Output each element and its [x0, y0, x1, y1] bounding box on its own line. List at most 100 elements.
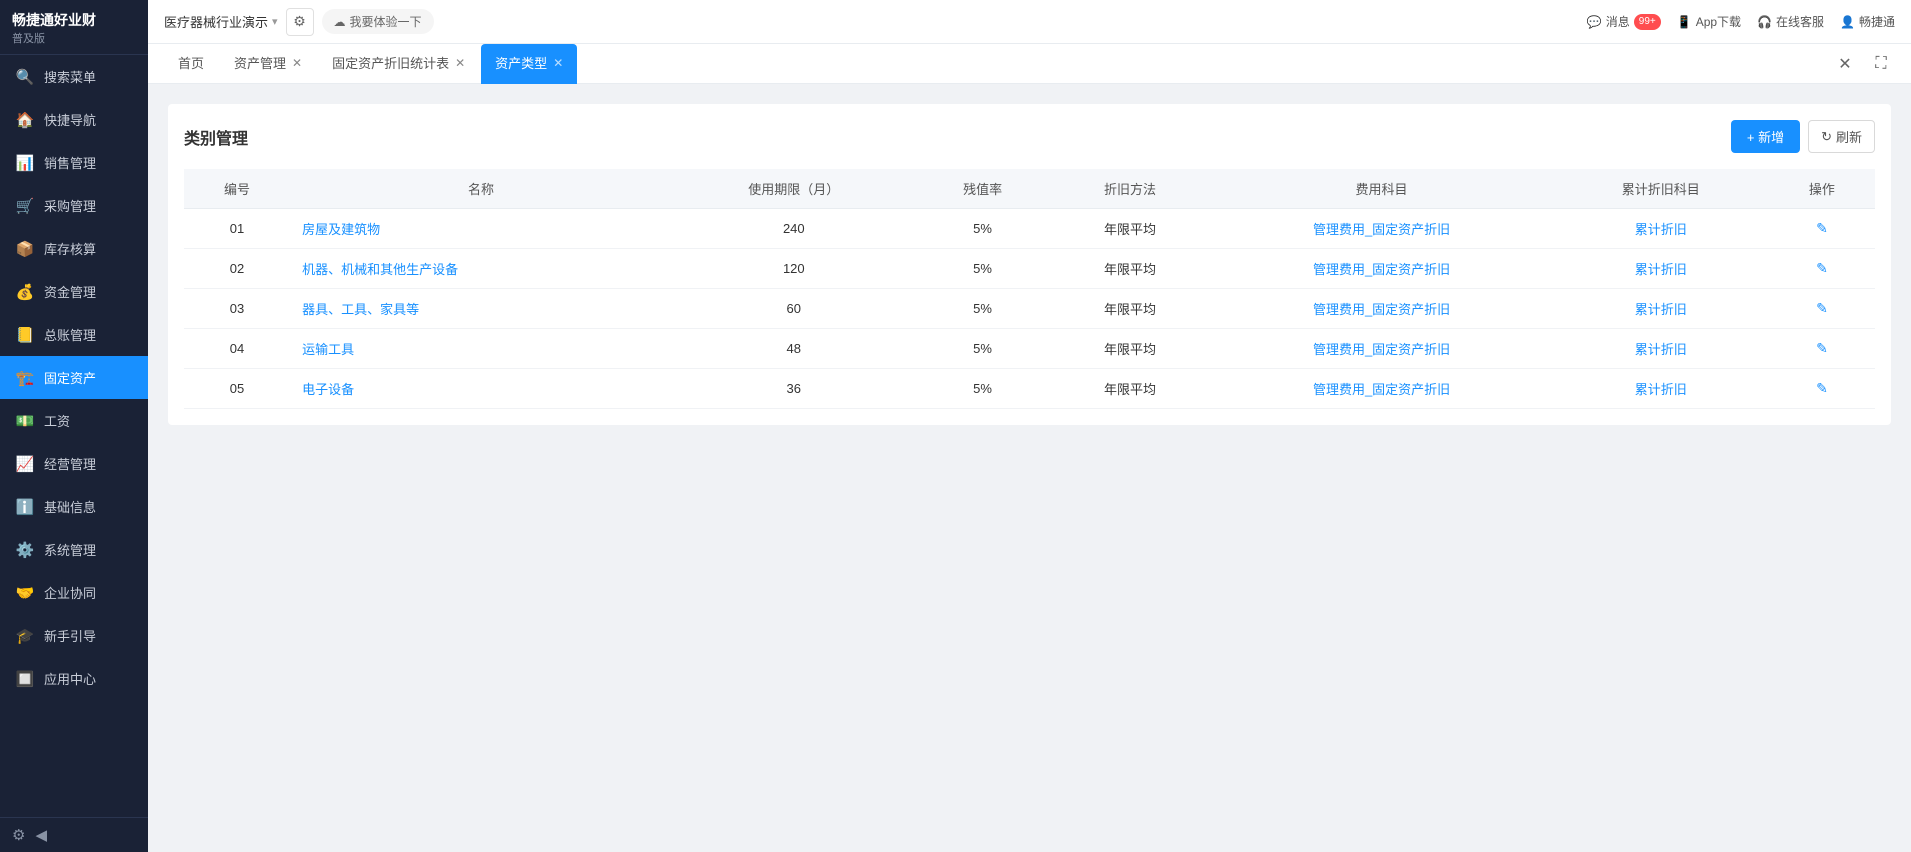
category-management-panel: 类别管理 + 新增 ↻ 刷新 编号名称使用期限（月）残值率折旧方法费用科目累计折… [168, 104, 1891, 425]
online-service-button[interactable]: 🎧 在线客服 [1757, 13, 1824, 30]
cell-accumulated: 累计折旧 [1553, 369, 1769, 409]
sidebar-item-label-app-center: 应用中心 [44, 669, 96, 688]
edit-icon[interactable]: ✎ [1816, 260, 1828, 276]
cell-residual: 5% [916, 329, 1050, 369]
settings-icon[interactable]: ⚙ [12, 826, 25, 844]
tab-home[interactable]: 首页 [164, 44, 218, 84]
tab-label-asset-type: 资产类型 [495, 53, 547, 72]
cell-method: 年限平均 [1049, 209, 1210, 249]
sidebar-item-cooperation[interactable]: 🤝 企业协同 [0, 571, 148, 614]
sidebar-item-quick-nav[interactable]: 🏠 快捷导航 [0, 98, 148, 141]
cell-name[interactable]: 运输工具 [290, 329, 672, 369]
sidebar-item-purchase[interactable]: 🛒 采购管理 [0, 184, 148, 227]
edit-icon[interactable]: ✎ [1816, 300, 1828, 316]
cell-expense: 管理费用_固定资产折旧 [1211, 289, 1553, 329]
refresh-button[interactable]: ↻ 刷新 [1808, 120, 1875, 153]
sidebar-item-salary[interactable]: 💵 工资 [0, 399, 148, 442]
content-area: 类别管理 + 新增 ↻ 刷新 编号名称使用期限（月）残值率折旧方法费用科目累计折… [148, 84, 1911, 852]
nav-icon-search: 🔍 [16, 68, 34, 86]
sidebar-item-ledger[interactable]: 📒 总账管理 [0, 313, 148, 356]
cell-accumulated: 累计折旧 [1553, 329, 1769, 369]
sidebar-item-inventory[interactable]: 📦 库存核算 [0, 227, 148, 270]
cell-action[interactable]: ✎ [1769, 249, 1875, 289]
experience-label: 我要体验一下 [350, 13, 422, 30]
cell-name[interactable]: 器具、工具、家具等 [290, 289, 672, 329]
panel-actions: + 新增 ↻ 刷新 [1731, 120, 1875, 153]
table-row: 05 电子设备 36 5% 年限平均 管理费用_固定资产折旧 累计折旧 ✎ [184, 369, 1875, 409]
sidebar-item-search[interactable]: 🔍 搜索菜单 [0, 55, 148, 98]
cell-residual: 5% [916, 249, 1050, 289]
panel-header: 类别管理 + 新增 ↻ 刷新 [184, 120, 1875, 153]
sidebar-item-guide[interactable]: 🎓 新手引导 [0, 614, 148, 657]
cell-period: 60 [672, 289, 916, 329]
tab-close-asset-mgmt[interactable]: ✕ [292, 56, 302, 70]
nav-icon-cooperation: 🤝 [16, 584, 34, 602]
sidebar-item-sales[interactable]: 📊 销售管理 [0, 141, 148, 184]
cell-accumulated: 累计折旧 [1553, 289, 1769, 329]
close-window-button[interactable]: ✕ [1831, 50, 1859, 78]
sidebar-item-label-cooperation: 企业协同 [44, 583, 96, 602]
sidebar-item-fixed-asset[interactable]: 🏗️ 固定资产 [0, 356, 148, 399]
cell-expense: 管理费用_固定资产折旧 [1211, 209, 1553, 249]
cell-name[interactable]: 电子设备 [290, 369, 672, 409]
message-button[interactable]: 💬 消息 99+ [1587, 13, 1661, 30]
cell-name[interactable]: 房屋及建筑物 [290, 209, 672, 249]
sidebar-item-label-guide: 新手引导 [44, 626, 96, 645]
user-button[interactable]: 👤 畅捷通 [1840, 13, 1895, 30]
sidebar-item-system[interactable]: ⚙️ 系统管理 [0, 528, 148, 571]
cell-accumulated: 累计折旧 [1553, 249, 1769, 289]
tab-asset-mgmt[interactable]: 资产管理✕ [220, 44, 316, 84]
refresh-icon: ↻ [1821, 129, 1832, 145]
nav-icon-sales: 📊 [16, 154, 34, 172]
user-icon: 👤 [1840, 15, 1855, 29]
cell-period: 120 [672, 249, 916, 289]
sidebar-item-capital[interactable]: 💰 资金管理 [0, 270, 148, 313]
edit-icon[interactable]: ✎ [1816, 220, 1828, 236]
cell-action[interactable]: ✎ [1769, 329, 1875, 369]
tab-close-fixed-asset-depreciation[interactable]: ✕ [455, 56, 465, 70]
module-selector[interactable]: 医疗器械行业演示 ▾ [164, 12, 278, 31]
cell-name[interactable]: 机器、机械和其他生产设备 [290, 249, 672, 289]
category-table: 编号名称使用期限（月）残值率折旧方法费用科目累计折旧科目操作 01 房屋及建筑物… [184, 169, 1875, 409]
table-column-header: 编号 [184, 169, 290, 209]
cell-period: 36 [672, 369, 916, 409]
cell-action[interactable]: ✎ [1769, 369, 1875, 409]
table-header: 编号名称使用期限（月）残值率折旧方法费用科目累计折旧科目操作 [184, 169, 1875, 209]
cell-action[interactable]: ✎ [1769, 289, 1875, 329]
collapse-icon[interactable]: ◀ [35, 826, 47, 844]
sidebar-bottom: ⚙ ◀ [0, 817, 148, 852]
table-column-header: 名称 [290, 169, 672, 209]
tab-close-asset-type[interactable]: ✕ [553, 56, 563, 70]
experience-button[interactable]: ☁ 我要体验一下 [322, 9, 434, 34]
cell-code: 04 [184, 329, 290, 369]
cell-code: 02 [184, 249, 290, 289]
service-icon: 🎧 [1757, 15, 1772, 29]
sidebar: 畅捷通好业财 普及版 🔍 搜索菜单 🏠 快捷导航 📊 销售管理 🛒 采购管理 📦… [0, 0, 148, 852]
sidebar-item-label-inventory: 库存核算 [44, 239, 96, 258]
user-label: 畅捷通 [1859, 13, 1895, 30]
edit-icon[interactable]: ✎ [1816, 340, 1828, 356]
sidebar-item-label-quick-nav: 快捷导航 [44, 110, 96, 129]
table-body: 01 房屋及建筑物 240 5% 年限平均 管理费用_固定资产折旧 累计折旧 ✎… [184, 209, 1875, 409]
tab-fixed-asset-depreciation[interactable]: 固定资产折旧统计表✕ [318, 44, 479, 84]
sidebar-item-label-purchase: 采购管理 [44, 196, 96, 215]
nav-icon-basic-info: ℹ️ [16, 498, 34, 516]
sidebar-item-app-center[interactable]: 🔲 应用中心 [0, 657, 148, 700]
tabs-container: 首页资产管理✕固定资产折旧统计表✕ 资产类型 ✕ [164, 44, 577, 83]
sidebar-item-label-basic-info: 基础信息 [44, 497, 96, 516]
cell-action[interactable]: ✎ [1769, 209, 1875, 249]
app-download-button[interactable]: 📱 App下载 [1677, 13, 1741, 30]
cell-period: 48 [672, 329, 916, 369]
cell-method: 年限平均 [1049, 249, 1210, 289]
topbar-right: 💬 消息 99+ 📱 App下载 🎧 在线客服 👤 畅捷通 [1587, 13, 1895, 30]
nav-icon-app-center: 🔲 [16, 670, 34, 688]
sidebar-item-basic-info[interactable]: ℹ️ 基础信息 [0, 485, 148, 528]
tab-asset-type[interactable]: 资产类型 ✕ [481, 44, 577, 84]
sidebar-item-operations[interactable]: 📈 经营管理 [0, 442, 148, 485]
cloud-icon: ☁ [334, 15, 346, 29]
cell-code: 03 [184, 289, 290, 329]
edit-icon[interactable]: ✎ [1816, 380, 1828, 396]
module-settings-button[interactable]: ⚙ [286, 8, 314, 36]
new-button[interactable]: + 新增 [1731, 120, 1800, 153]
maximize-window-button[interactable]: ⛶ [1867, 50, 1895, 78]
